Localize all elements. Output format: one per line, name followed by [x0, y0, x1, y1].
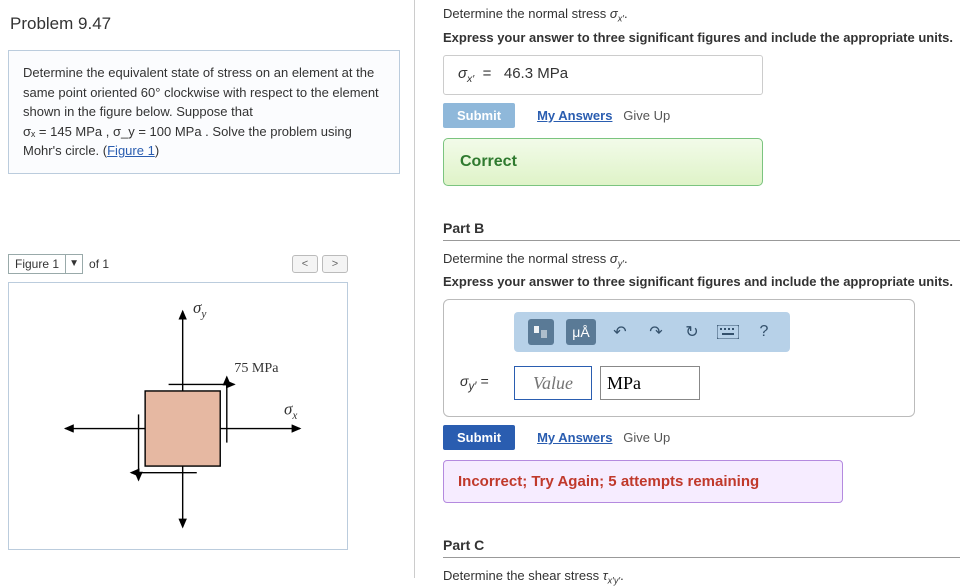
left-panel: Problem 9.47 Determine the equivalent st…: [0, 0, 415, 578]
units-icon[interactable]: μÅ: [566, 319, 596, 345]
svg-text:σx: σx: [284, 399, 297, 422]
svg-text:σy: σy: [193, 298, 206, 321]
part-a-unit: MPa: [537, 65, 568, 82]
problem-text-3: ): [155, 143, 159, 158]
problem-statement: Determine the equivalent state of stress…: [8, 50, 400, 174]
part-b-instruction: Determine the normal stress σy′.: [443, 251, 960, 269]
right-panel: Determine the normal stress σx′. Express…: [415, 0, 974, 578]
figure-selector[interactable]: Figure 1 ▼: [8, 254, 83, 274]
part-c-instruction: Determine the shear stress τx′y′.: [443, 568, 960, 586]
part-a-hint: Express your answer to three significant…: [443, 30, 960, 45]
part-a-give-up-link[interactable]: Give Up: [623, 108, 670, 123]
part-b-feedback-incorrect: Incorrect; Try Again; 5 attempts remaini…: [443, 460, 843, 503]
part-b-answer-box: μÅ ↶ ↷ ↻ ? σy′ =: [443, 299, 915, 417]
chevron-down-icon: ▼: [66, 258, 82, 269]
part-b-give-up-link[interactable]: Give Up: [623, 430, 670, 445]
figure-bar: Figure 1 ▼ of 1 < >: [8, 254, 400, 274]
part-b-value-input[interactable]: [514, 366, 592, 400]
answer-toolbar: μÅ ↶ ↷ ↻ ?: [514, 312, 790, 352]
stress-element-diagram: σy σx 75 MPa: [9, 283, 347, 535]
part-b-header: Part B: [443, 220, 960, 241]
part-a-my-answers-link[interactable]: My Answers: [537, 108, 612, 123]
part-c-header: Part C: [443, 537, 960, 558]
help-icon[interactable]: ?: [752, 320, 776, 344]
part-a-answer-display: σx′ = 46.3 MPa: [443, 55, 763, 95]
svg-text:75 MPa: 75 MPa: [234, 360, 279, 376]
keyboard-icon[interactable]: [716, 320, 740, 344]
part-a: Determine the normal stress σx′. Express…: [443, 6, 960, 186]
redo-icon[interactable]: ↷: [644, 320, 668, 344]
part-b-eq-label: σy′ =: [460, 373, 506, 393]
part-c: Part C Determine the shear stress τx′y′.: [443, 537, 960, 586]
problem-title: Problem 9.47: [10, 14, 400, 34]
part-b-my-answers-link[interactable]: My Answers: [537, 430, 612, 445]
figure-of-text: of 1: [89, 257, 109, 271]
part-a-feedback-correct: Correct: [443, 138, 763, 186]
figure-area: σy σx 75 MPa: [8, 282, 348, 550]
part-a-value: 46.3: [504, 65, 533, 82]
problem-text-2: σₓ = 145 MPa , σ_y = 100 MPa . Solve the…: [23, 124, 352, 159]
template-icon[interactable]: [528, 319, 554, 345]
part-a-instruction: Determine the normal stress σx′.: [443, 6, 960, 24]
reset-icon[interactable]: ↻: [680, 320, 704, 344]
undo-icon[interactable]: ↶: [608, 320, 632, 344]
figure-prev-button[interactable]: <: [292, 255, 318, 273]
part-b-hint: Express your answer to three significant…: [443, 274, 960, 289]
part-b-submit-button[interactable]: Submit: [443, 425, 515, 450]
part-b-unit-input[interactable]: [600, 366, 700, 400]
problem-text-1: Determine the equivalent state of stress…: [23, 65, 379, 119]
figure-next-button[interactable]: >: [322, 255, 348, 273]
part-a-submit-button[interactable]: Submit: [443, 103, 515, 128]
part-b: Part B Determine the normal stress σy′. …: [443, 220, 960, 504]
figure-selector-label: Figure 1: [9, 255, 66, 273]
figure-link[interactable]: Figure 1: [107, 143, 155, 158]
